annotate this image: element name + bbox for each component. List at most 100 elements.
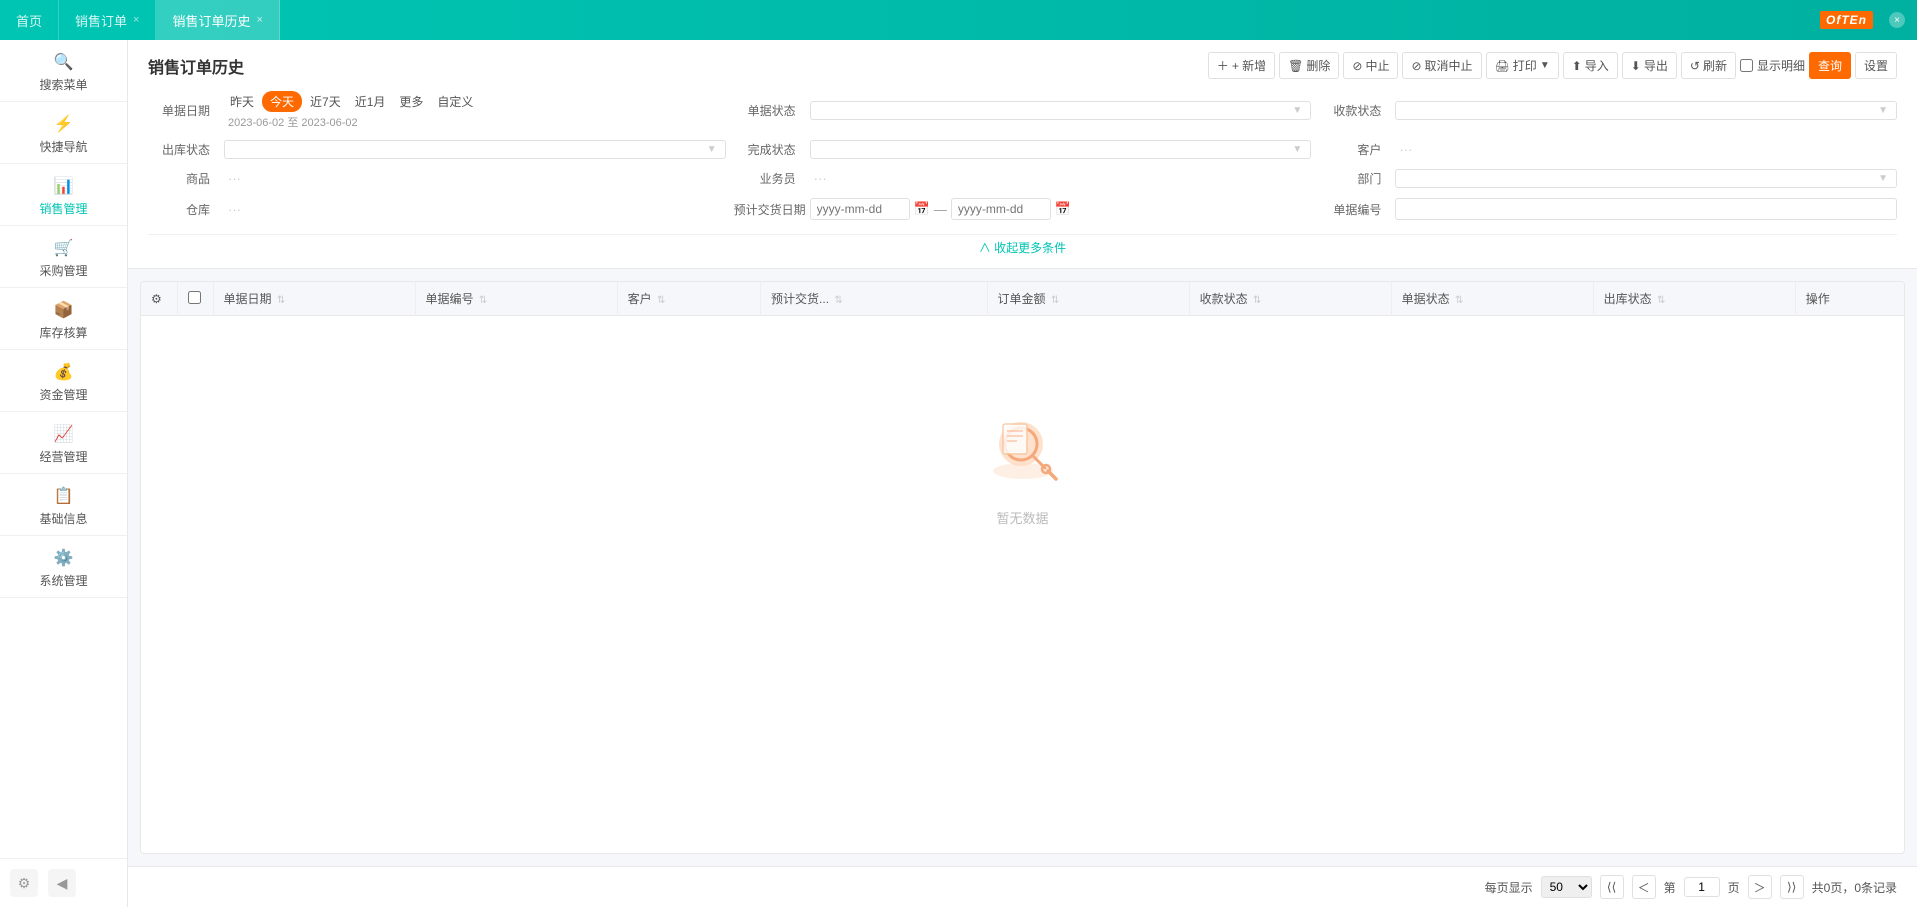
date-tab-more[interactable]: 更多 — [393, 91, 429, 112]
th-settings[interactable]: ⚙ — [141, 282, 177, 316]
date-tab-7days[interactable]: 近7天 — [304, 91, 347, 112]
product-input[interactable]: ··· — [224, 171, 245, 186]
th-bill-status[interactable]: 单据状态 ⇅ — [1391, 282, 1593, 316]
sidebar-item-basic-info-label: 基础信息 — [39, 510, 87, 527]
bill-number-input[interactable] — [1395, 198, 1897, 220]
th-receipt-status[interactable]: 收款状态 ⇅ — [1189, 282, 1391, 316]
export-button[interactable]: ⬇ 导出 — [1622, 52, 1677, 79]
bill-status-label: 单据状态 — [734, 102, 804, 119]
tab-sales-order[interactable]: 销售订单 × — [59, 0, 156, 40]
th-date[interactable]: 单据日期 ⇅ — [213, 282, 415, 316]
salesperson-input[interactable]: ··· — [810, 171, 831, 186]
complete-status-select[interactable]: ▼ — [810, 140, 1312, 159]
display-toggle[interactable]: 显示明细 — [1740, 57, 1805, 74]
per-page-select[interactable]: 50 10 20 100 — [1541, 876, 1592, 898]
nav-icon: ⚡ — [54, 114, 74, 134]
filter-bill-status-cell: 单据状态 ▼ — [734, 101, 1312, 120]
settings-bottom-icon[interactable]: ⚙ — [10, 869, 38, 897]
tab-sales-order-history-close[interactable]: × — [256, 14, 262, 26]
th-customer[interactable]: 客户 ⇅ — [617, 282, 760, 316]
tab-sales-order-close[interactable]: × — [133, 14, 139, 26]
delivery-status-select[interactable]: ▼ — [224, 140, 726, 159]
calendar-end-icon[interactable]: 📅 — [1055, 201, 1071, 217]
first-page-btn[interactable]: ⟨⟨ — [1600, 875, 1624, 899]
department-select[interactable]: ▼ — [1395, 169, 1897, 188]
customer-input[interactable]: ··· — [1395, 142, 1416, 157]
sidebar-item-finance[interactable]: 💰 资金管理 — [0, 350, 127, 412]
collapse-bar[interactable]: ∧ 收起更多条件 — [148, 234, 1897, 260]
sidebar-item-nav-label: 快捷导航 — [39, 138, 87, 155]
tab-sales-order-history[interactable]: 销售订单历史 × — [156, 0, 279, 40]
bill-number-label: 单据编号 — [1319, 201, 1389, 218]
sidebar-item-system-label: 系统管理 — [39, 572, 87, 589]
import-icon: ⬆ — [1572, 59, 1582, 73]
sidebar-item-system[interactable]: ⚙️ 系统管理 — [0, 536, 127, 598]
date-range-display: 2023-06-02 至 2023-06-02 — [228, 114, 726, 130]
collapse-sidebar-icon[interactable]: ◀ — [48, 869, 76, 897]
display-checkbox[interactable] — [1740, 59, 1753, 72]
print-button[interactable]: 🖨 打印 ▼ — [1486, 52, 1559, 79]
sidebar-item-nav[interactable]: ⚡ 快捷导航 — [0, 102, 127, 164]
calendar-start-icon[interactable]: 📅 — [914, 201, 930, 217]
th-checkbox[interactable] — [177, 282, 213, 316]
export-icon: ⬇ — [1631, 59, 1641, 73]
filter-complete-status-cell: 完成状态 ▼ — [734, 140, 1312, 159]
filter-customer-cell: 客户 ··· — [1319, 141, 1897, 158]
stop-button[interactable]: ⊘ 中止 — [1343, 52, 1398, 79]
delete-button[interactable]: 🗑 删除 — [1279, 52, 1339, 79]
import-button[interactable]: ⬆ 导入 — [1563, 52, 1618, 79]
th-bill-number[interactable]: 单据编号 ⇅ — [415, 282, 617, 316]
print-icon: 🖨 — [1495, 59, 1510, 73]
new-button[interactable]: ＋ + 新增 — [1208, 52, 1275, 79]
filter-bill-number-cell: 单据编号 — [1319, 198, 1897, 220]
empty-icon — [973, 396, 1073, 496]
settings-icon: ⚙ — [151, 292, 162, 306]
th-delivery-date[interactable]: 预计交货... ⇅ — [761, 282, 987, 316]
sidebar-item-operations-label: 经营管理 — [39, 448, 87, 465]
sidebar-item-search[interactable]: 🔍 搜索菜单 — [0, 40, 127, 102]
delivery-date-end[interactable] — [951, 198, 1051, 220]
salesperson-label: 业务员 — [734, 170, 804, 187]
content-area: 销售订单历史 ＋ + 新增 🗑 删除 ⊘ 中止 ⊘ — [128, 40, 1917, 907]
th-delivery-status[interactable]: 出库状态 ⇅ — [1593, 282, 1795, 316]
complete-status-label: 完成状态 — [734, 141, 804, 158]
product-label: 商品 — [148, 170, 218, 187]
last-page-btn[interactable]: ⟩⟩ — [1780, 875, 1804, 899]
date-label: 单据日期 — [148, 102, 218, 119]
bill-status-select[interactable]: ▼ — [810, 101, 1312, 120]
prev-page-btn[interactable]: ＜ — [1632, 875, 1656, 899]
filter-row-1: 单据日期 昨天 今天 近7天 近1月 更多 自定义 2023-06-02 至 2… — [148, 91, 1897, 130]
date-tab-custom[interactable]: 自定义 — [431, 91, 479, 112]
query-button[interactable]: 查询 — [1809, 52, 1851, 79]
filter-salesperson-cell: 业务员 ··· — [734, 170, 1312, 187]
delivery-date-start[interactable] — [810, 198, 910, 220]
tab-sales-order-history-label: 销售订单历史 — [172, 11, 250, 30]
page-number-input[interactable] — [1684, 877, 1720, 897]
sidebar-item-purchase[interactable]: 🛒 采购管理 — [0, 226, 127, 288]
sort-amount-icon: ⇅ — [1051, 295, 1059, 306]
receipt-status-select[interactable]: ▼ — [1395, 101, 1897, 120]
refresh-button[interactable]: ↺ 刷新 — [1681, 52, 1736, 79]
basic-info-icon: 📋 — [54, 486, 74, 506]
cancel-stop-icon: ⊘ — [1411, 59, 1421, 73]
date-tab-yesterday[interactable]: 昨天 — [224, 91, 260, 112]
tab-home-label: 首页 — [16, 11, 42, 30]
sidebar-item-operations[interactable]: 📈 经营管理 — [0, 412, 127, 474]
sidebar-item-sales[interactable]: 📊 销售管理 — [0, 164, 127, 226]
select-all-checkbox[interactable] — [188, 291, 201, 304]
date-tab-today[interactable]: 今天 — [262, 91, 302, 112]
topbar-window-close[interactable]: × — [1889, 12, 1905, 28]
tab-home[interactable]: 首页 — [0, 0, 59, 40]
sort-receipt-icon: ⇅ — [1253, 295, 1261, 306]
warehouse-input[interactable]: ··· — [224, 202, 245, 217]
date-tab-1month[interactable]: 近1月 — [349, 91, 392, 112]
purchase-icon: 🛒 — [54, 238, 74, 258]
th-amount[interactable]: 订单金额 ⇅ — [987, 282, 1189, 316]
sidebar-item-basic-info[interactable]: 📋 基础信息 — [0, 474, 127, 536]
filter-department-cell: 部门 ▼ — [1319, 169, 1897, 188]
next-page-btn[interactable]: ＞ — [1748, 875, 1772, 899]
sidebar-item-inventory[interactable]: 📦 库存核算 — [0, 288, 127, 350]
tab-sales-order-label: 销售订单 — [75, 11, 127, 30]
cancel-stop-button[interactable]: ⊘ 取消中止 — [1402, 52, 1481, 79]
settings-button[interactable]: 设置 — [1855, 52, 1897, 79]
